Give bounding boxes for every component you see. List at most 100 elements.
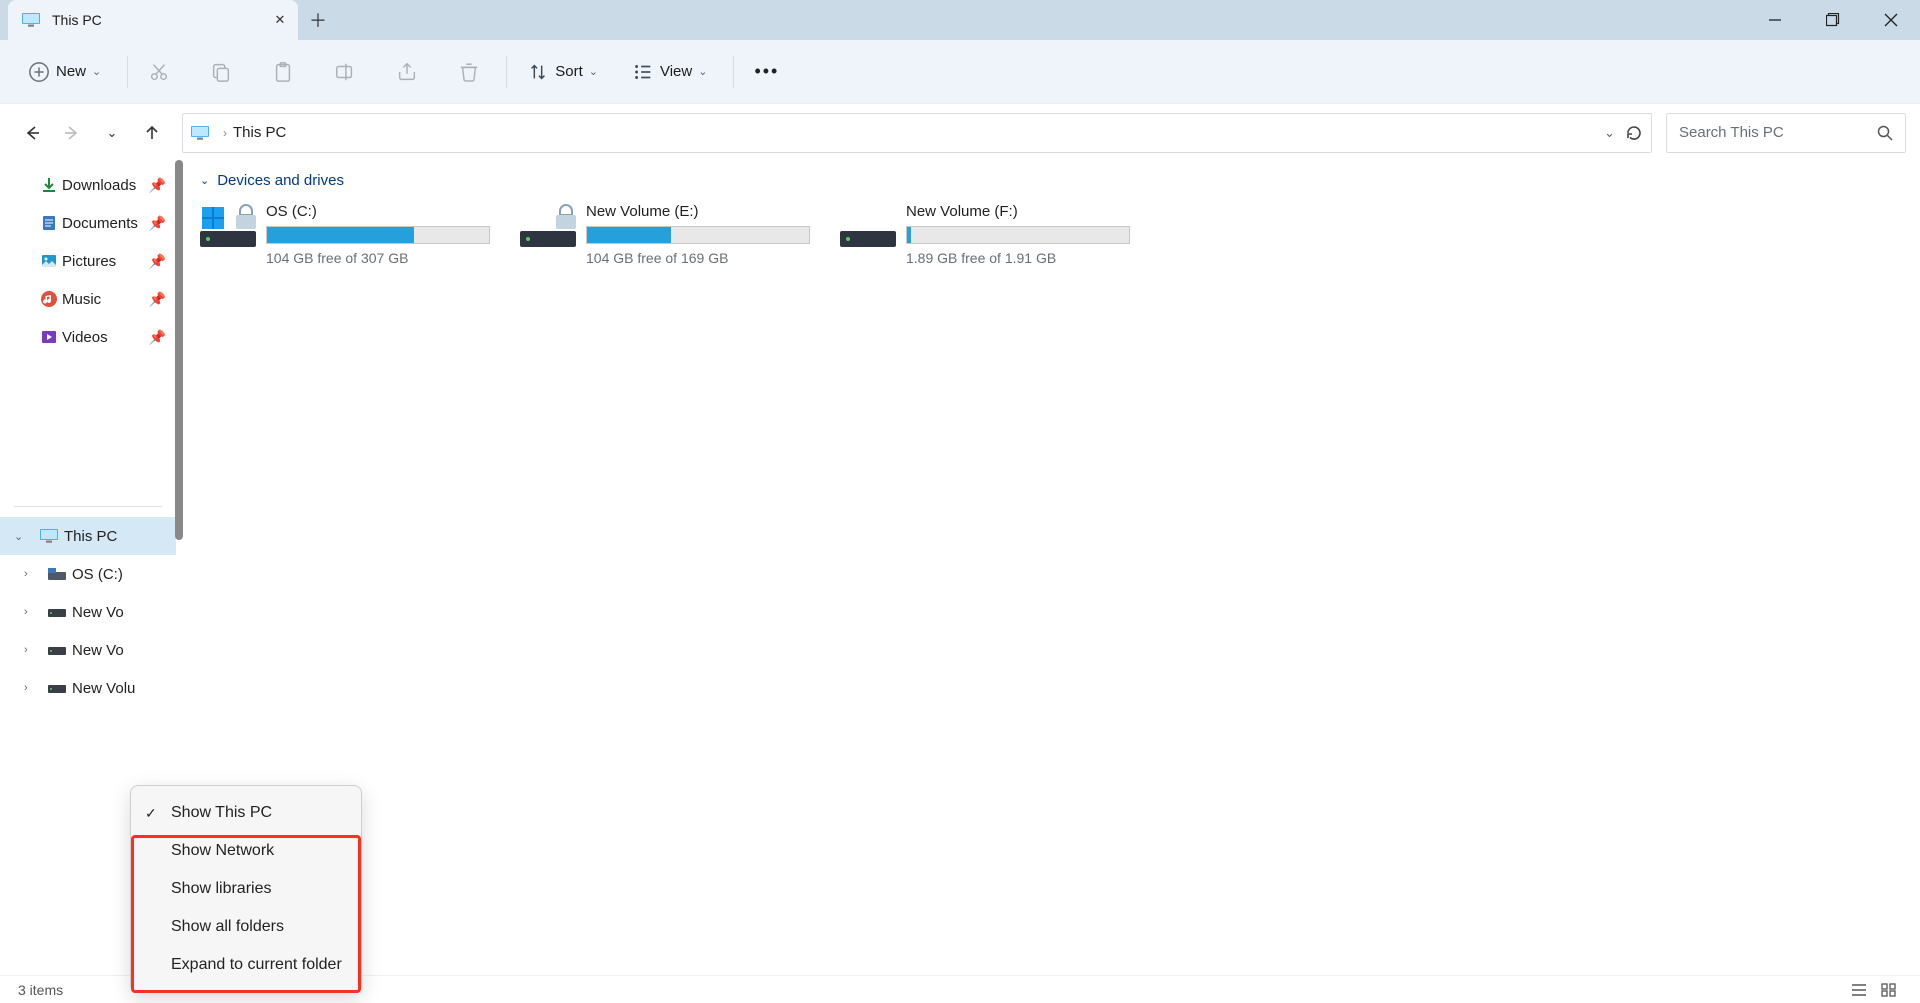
drive-name: New Volume (E:) [586, 203, 820, 220]
capacity-bar [266, 226, 490, 244]
sidebar-label: Music [62, 291, 101, 308]
sidebar-label: Videos [62, 329, 108, 346]
capacity-bar [586, 226, 810, 244]
sidebar-item-drive-g[interactable]: › New Volu [0, 669, 176, 707]
chevron-down-icon: ⌄ [107, 125, 118, 141]
ctx-show-all-folders[interactable]: Show all folders [135, 908, 357, 946]
drive-info: OS (C:) 104 GB free of 307 GB [266, 203, 500, 266]
close-window-button[interactable] [1862, 0, 1920, 40]
delete-button[interactable] [450, 52, 488, 92]
list-icon [1851, 983, 1867, 997]
trash-icon [458, 61, 480, 83]
sidebar-item-pictures[interactable]: Pictures 📌 [0, 242, 176, 280]
cut-button[interactable] [140, 52, 178, 92]
sidebar-label: New Volu [72, 680, 135, 697]
tab-title: This PC [52, 12, 268, 28]
chevron-right-icon[interactable]: › [24, 644, 28, 656]
sidebar-item-drive-c[interactable]: › OS (C:) [0, 555, 176, 593]
tab-this-pc[interactable]: This PC ✕ [8, 0, 298, 40]
chevron-right-icon[interactable]: › [24, 606, 28, 618]
chevron-down-icon[interactable]: ⌄ [14, 530, 23, 543]
drive-icon [48, 641, 66, 659]
monitor-icon [191, 126, 209, 140]
details-view-button[interactable] [1846, 980, 1872, 1000]
clipboard-icon [272, 61, 294, 83]
command-toolbar: New ⌄ Sort ⌄ View ⌄ ••• [0, 40, 1920, 104]
chevron-down-icon: ⌄ [200, 174, 209, 187]
refresh-icon[interactable] [1625, 124, 1643, 142]
drive-item-e[interactable]: New Volume (E:) 104 GB free of 169 GB [520, 203, 820, 266]
section-title: Devices and drives [217, 172, 344, 189]
pin-icon[interactable]: 📌 [149, 215, 166, 232]
sidebar-item-documents[interactable]: Documents 📌 [0, 204, 176, 242]
drive-status: 104 GB free of 307 GB [266, 250, 500, 266]
ctx-show-network[interactable]: Show Network [135, 832, 357, 870]
maximize-button[interactable] [1804, 0, 1862, 40]
pin-icon[interactable]: 📌 [149, 329, 166, 346]
section-header[interactable]: ⌄ Devices and drives [200, 172, 1912, 189]
search-box[interactable]: Search This PC [1666, 113, 1906, 153]
minimize-button[interactable] [1746, 0, 1804, 40]
chevron-right-icon[interactable]: › [24, 682, 28, 694]
chevron-right-icon[interactable]: › [24, 568, 28, 580]
sidebar-item-drive-e[interactable]: › New Vo [0, 593, 176, 631]
back-button[interactable] [14, 115, 50, 151]
context-menu: ✓ Show This PC Show Network Show librari… [130, 785, 362, 993]
sort-button[interactable]: Sort ⌄ [519, 52, 606, 92]
status-text: 3 items [18, 982, 63, 998]
ctx-show-this-pc[interactable]: ✓ Show This PC [135, 794, 357, 832]
arrow-left-icon [23, 124, 41, 142]
document-icon [40, 214, 58, 232]
up-button[interactable] [134, 115, 170, 151]
rename-button[interactable] [326, 52, 364, 92]
paste-button[interactable] [264, 52, 302, 92]
sidebar-label: OS (C:) [72, 566, 123, 583]
music-icon [40, 290, 58, 308]
scissors-icon [148, 61, 170, 83]
pin-icon[interactable]: 📌 [149, 177, 166, 194]
chevron-down-icon[interactable]: ⌄ [1604, 125, 1615, 141]
copy-icon [210, 61, 232, 83]
share-button[interactable] [388, 52, 426, 92]
drive-info: New Volume (F:) 1.89 GB free of 1.91 GB [906, 203, 1140, 266]
copy-button[interactable] [202, 52, 240, 92]
ctx-label: Show libraries [171, 880, 271, 898]
capacity-fill [907, 227, 911, 243]
breadcrumb-sep-icon: › [223, 126, 227, 140]
drive-item-c[interactable]: OS (C:) 104 GB free of 307 GB [200, 203, 500, 266]
ellipsis-icon: ••• [754, 61, 779, 82]
drive-info: New Volume (E:) 104 GB free of 169 GB [586, 203, 820, 266]
chevron-down-icon: ⌄ [589, 65, 598, 78]
share-icon [396, 61, 418, 83]
more-button[interactable]: ••• [746, 52, 787, 92]
capacity-fill [587, 227, 671, 243]
pin-icon[interactable]: 📌 [149, 291, 166, 308]
sidebar-item-drive-f[interactable]: › New Vo [0, 631, 176, 669]
sidebar-item-videos[interactable]: Videos 📌 [0, 318, 176, 356]
ctx-expand-to-current[interactable]: Expand to current folder [135, 946, 357, 984]
new-tab-button[interactable]: ＋ [298, 0, 338, 40]
view-icon [632, 61, 654, 83]
ctx-label: Show This PC [171, 804, 272, 822]
history-button[interactable]: ⌄ [94, 115, 130, 151]
view-button[interactable]: View ⌄ [624, 52, 715, 92]
address-bar[interactable]: › This PC ⌄ [182, 113, 1652, 153]
toolbar-divider [127, 56, 128, 88]
tiles-view-button[interactable] [1876, 980, 1902, 1000]
os-drive-icon [200, 203, 256, 247]
forward-button[interactable] [54, 115, 90, 151]
arrow-right-icon [63, 124, 81, 142]
sidebar-divider [14, 506, 162, 507]
pin-icon[interactable]: 📌 [149, 253, 166, 270]
pictures-icon [40, 252, 58, 270]
drive-item-f[interactable]: New Volume (F:) 1.89 GB free of 1.91 GB [840, 203, 1140, 266]
tab-close-icon[interactable]: ✕ [268, 8, 292, 32]
breadcrumb-location[interactable]: This PC [233, 124, 286, 141]
toolbar-divider [506, 56, 507, 88]
ctx-show-libraries[interactable]: Show libraries [135, 870, 357, 908]
sidebar-item-music[interactable]: Music 📌 [0, 280, 176, 318]
new-button[interactable]: New ⌄ [20, 52, 109, 92]
drives-row: OS (C:) 104 GB free of 307 GB New Volume… [200, 203, 1912, 266]
sidebar-item-downloads[interactable]: Downloads 📌 [0, 166, 176, 204]
sidebar-item-this-pc[interactable]: ⌄ This PC [0, 517, 176, 555]
